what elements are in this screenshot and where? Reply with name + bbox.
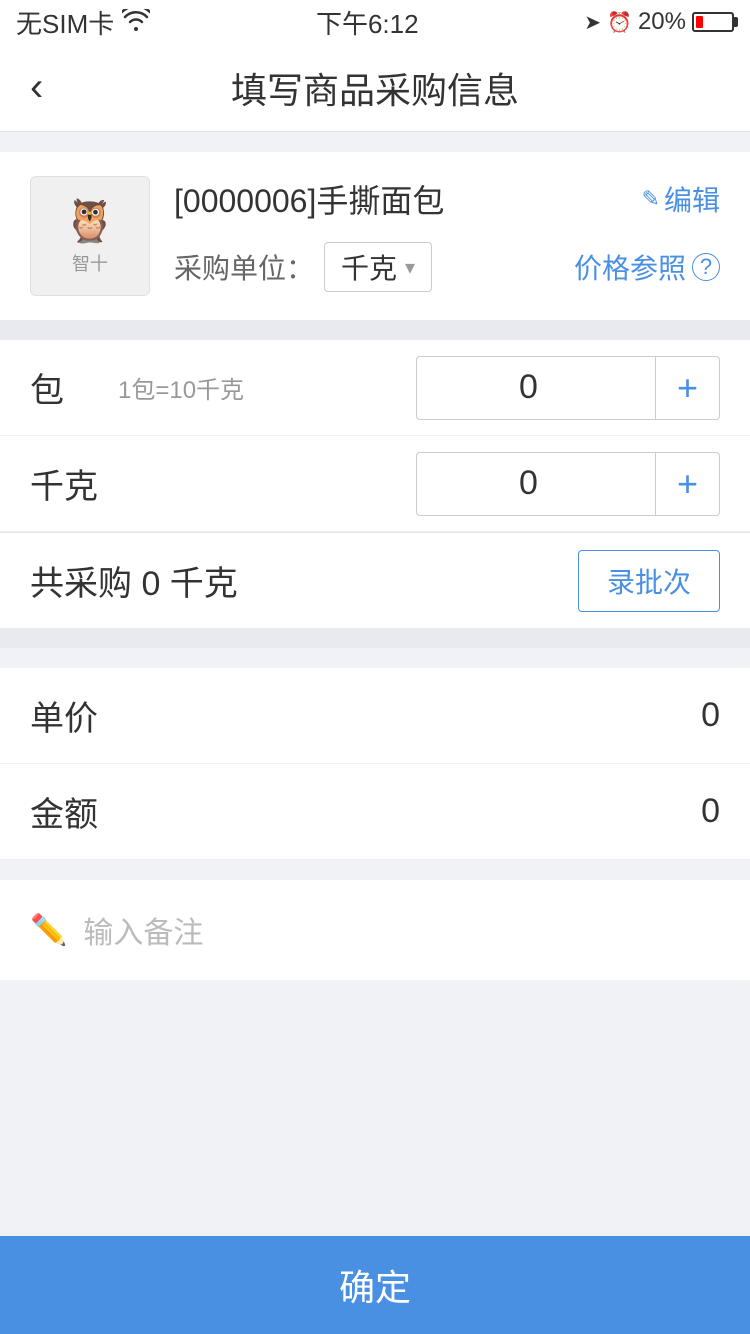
amount-row: 金额 0 xyxy=(0,764,750,860)
wifi-icon xyxy=(122,7,150,38)
carrier-text: 无SIM卡 xyxy=(16,4,114,41)
bag-sublabel: 1包=10千克 xyxy=(118,370,244,405)
section-divider-2 xyxy=(0,628,750,648)
notes-section[interactable]: ✏️ 输入备注 xyxy=(0,880,750,980)
amount-value: 0 xyxy=(701,792,720,831)
logo-subtitle: 智十 xyxy=(72,250,108,276)
bag-input-row: 包 1包=10千克 + xyxy=(0,340,750,436)
unit-select[interactable]: 千克 ▾ xyxy=(324,242,432,292)
kg-quantity-input[interactable] xyxy=(416,452,656,516)
amount-label: 金额 xyxy=(30,787,98,836)
time-text: 下午6:12 xyxy=(316,4,419,41)
unit-price-label: 单价 xyxy=(30,691,98,740)
edit-icon: ✎ xyxy=(642,186,660,212)
product-image: 🦉 智十 xyxy=(30,176,150,296)
edit-button[interactable]: ✎ 编辑 xyxy=(642,179,720,219)
bag-quantity-input[interactable] xyxy=(416,356,656,420)
price-section: 单价 0 金额 0 xyxy=(0,668,750,860)
battery-percent: 20% xyxy=(638,8,686,36)
bag-plus-button[interactable]: + xyxy=(656,356,720,420)
purchase-unit-row: 采购单位： 千克 ▾ 价格参照 ? xyxy=(174,242,720,292)
kg-label: 千克 xyxy=(30,459,110,508)
unit-label: 采购单位： xyxy=(174,247,314,287)
product-info: [0000006]手撕面包 ✎ 编辑 采购单位： 千克 ▾ 价格参照 ? xyxy=(174,176,720,292)
alarm-icon: ⏰ xyxy=(607,10,632,35)
total-row: 共采购 0 千克 录批次 xyxy=(0,532,750,628)
back-button[interactable]: ‹ xyxy=(30,65,43,110)
edit-label: 编辑 xyxy=(664,179,720,219)
bag-input-group: + xyxy=(416,356,720,420)
price-ref-button[interactable]: 价格参照 ? xyxy=(574,247,720,287)
unit-price-value: 0 xyxy=(701,696,720,735)
notes-placeholder: 输入备注 xyxy=(83,908,203,952)
product-name: [0000006]手撕面包 xyxy=(174,176,444,222)
product-card: 🦉 智十 [0000006]手撕面包 ✎ 编辑 采购单位： 千克 ▾ xyxy=(0,152,750,320)
location-icon: ➤ xyxy=(584,10,601,35)
status-right: ➤ ⏰ 20% xyxy=(584,8,734,36)
bottom-filler xyxy=(0,980,750,1236)
page-title: 填写商品采购信息 xyxy=(231,62,519,114)
unit-price-row: 单价 0 xyxy=(0,668,750,764)
status-left: 无SIM卡 xyxy=(16,4,150,41)
price-ref-label: 价格参照 xyxy=(574,247,686,287)
product-name-row: [0000006]手撕面包 ✎ 编辑 xyxy=(174,176,720,222)
nav-bar: ‹ 填写商品采购信息 xyxy=(0,44,750,132)
status-bar: 无SIM卡 下午6:12 ➤ ⏰ 20% xyxy=(0,0,750,44)
record-batch-button[interactable]: 录批次 xyxy=(578,550,720,612)
total-text: 共采购 0 千克 xyxy=(30,556,238,605)
kg-input-group: + xyxy=(416,452,720,516)
kg-plus-button[interactable]: + xyxy=(656,452,720,516)
battery-icon xyxy=(692,12,734,32)
help-icon: ? xyxy=(692,253,720,281)
chevron-down-icon: ▾ xyxy=(405,255,415,280)
pencil-icon: ✏️ xyxy=(30,913,67,948)
section-divider-1 xyxy=(0,320,750,340)
unit-value: 千克 xyxy=(341,247,397,287)
kg-input-row: 千克 + xyxy=(0,436,750,532)
confirm-button[interactable]: 确定 xyxy=(0,1236,750,1334)
product-logo-icon: 🦉 xyxy=(64,197,116,246)
bag-label: 包 xyxy=(30,363,110,412)
input-section: 包 1包=10千克 + 千克 + 共采购 0 千克 录批次 xyxy=(0,340,750,628)
